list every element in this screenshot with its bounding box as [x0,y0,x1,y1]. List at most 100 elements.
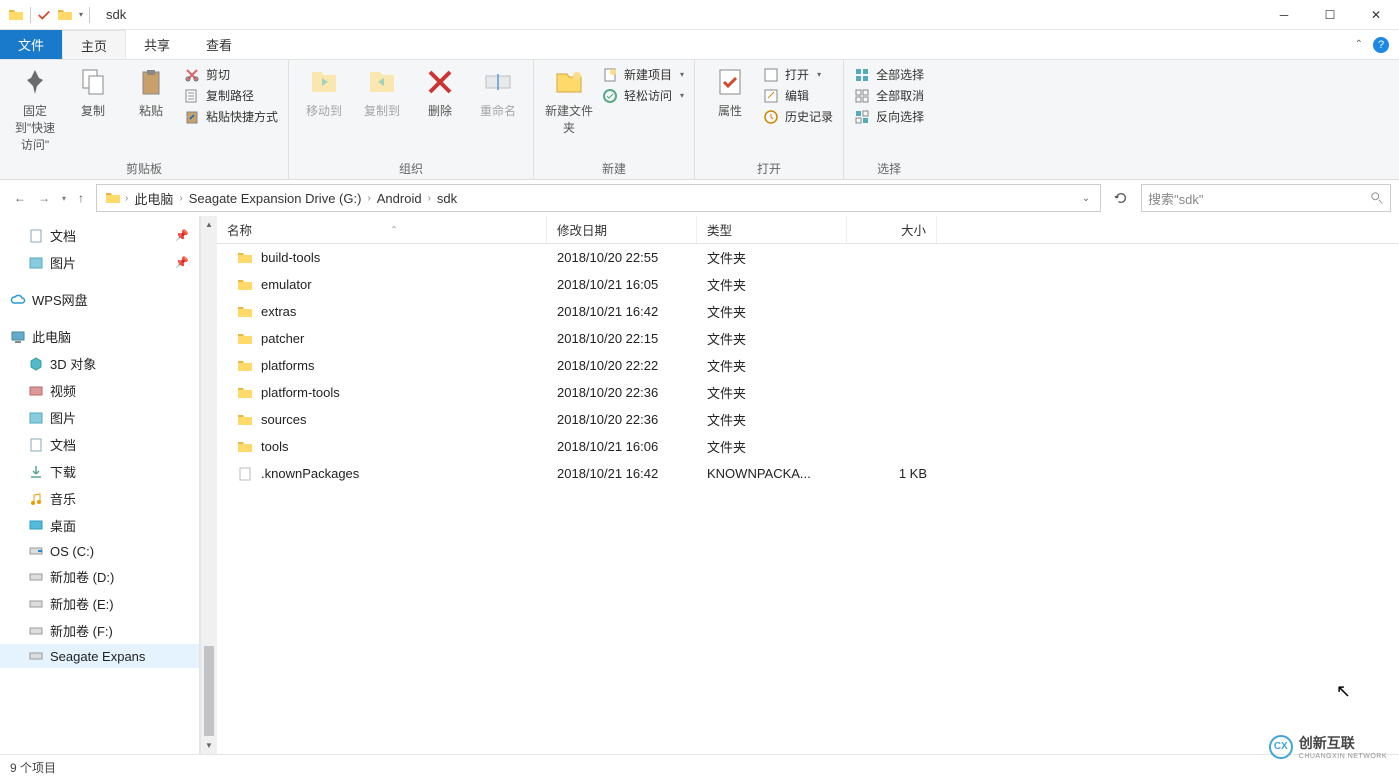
file-type: 文件夹 [697,302,847,321]
col-header-type[interactable]: 类型 [697,216,847,243]
file-date: 2018/10/21 16:42 [547,466,697,481]
ribbon: 固定到"快速访问" 复制 粘贴 剪切 复制路径 粘贴快捷方式 剪贴板 移动到 复… [0,60,1399,180]
breadcrumb[interactable]: › 此电脑 › Seagate Expansion Drive (G:) › A… [96,184,1101,212]
navigation-pane[interactable]: 文档📌 图片📌 WPS网盘 此电脑 3D 对象 视频 图片 文档 下载 音乐 桌… [0,216,200,754]
col-header-date[interactable]: 修改日期 [547,216,697,243]
select-all-icon [854,67,870,83]
nav-item-downloads[interactable]: 下载 [0,458,199,485]
file-list[interactable]: 名称⌃ 修改日期 类型 大小 build-tools 2018/10/20 22… [217,216,1399,754]
refresh-button[interactable] [1107,184,1135,212]
easy-access-button[interactable]: 轻松访问▾ [602,87,684,104]
close-button[interactable]: ✕ [1353,0,1399,30]
edit-icon [763,88,779,104]
tab-file[interactable]: 文件 [0,30,62,59]
nav-item-pictures2[interactable]: 图片 [0,404,199,431]
nav-item-wps[interactable]: WPS网盘 [0,286,199,313]
breadcrumb-item[interactable]: sdk [431,191,463,206]
address-dropdown-icon[interactable]: ⌄ [1076,193,1096,204]
properties-button[interactable]: 属性 [705,66,755,119]
col-header-size[interactable]: 大小 [847,216,937,243]
open-button[interactable]: 打开▾ [763,66,833,83]
copy-icon [77,66,109,98]
nav-item-desktop[interactable]: 桌面 [0,512,199,539]
file-type: 文件夹 [697,275,847,294]
qat-dropdown-icon[interactable]: ▾ [79,10,83,19]
tab-home[interactable]: 主页 [62,30,126,59]
breadcrumb-item[interactable]: Seagate Expansion Drive (G:) [183,191,368,206]
minimize-button[interactable]: ─ [1261,0,1307,30]
nav-item-drive-seagate[interactable]: Seagate Expans [0,644,199,668]
nav-item-this-pc[interactable]: 此电脑 [0,323,199,350]
new-item-button[interactable]: 新建项目▾ [602,66,684,83]
nav-item-documents[interactable]: 文档📌 [0,222,199,249]
search-input[interactable]: 搜索"sdk" [1141,184,1391,212]
scroll-down-icon[interactable]: ▼ [201,737,217,754]
music-icon [28,491,44,507]
help-button[interactable]: ? [1373,37,1389,53]
pictures-icon [28,410,44,426]
history-icon [763,109,779,125]
file-name: platforms [261,358,314,373]
nav-item-videos[interactable]: 视频 [0,377,199,404]
checkmark-icon[interactable] [37,8,51,22]
nav-up-button[interactable]: ↑ [78,191,84,205]
nav-scrollbar[interactable]: ▲ ▼ [200,216,217,754]
nav-item-drive-e[interactable]: 新加卷 (E:) [0,590,199,617]
delete-button[interactable]: 删除 [415,66,465,119]
select-none-button[interactable]: 全部取消 [854,87,924,104]
nav-item-3d-objects[interactable]: 3D 对象 [0,350,199,377]
drive-icon [28,596,44,612]
new-folder-button[interactable]: 新建文件夹 [544,66,594,136]
copy-to-button[interactable]: 复制到 [357,66,407,119]
file-row[interactable]: platforms 2018/10/20 22:22 文件夹 [217,352,1399,379]
paste-button[interactable]: 粘贴 [126,66,176,119]
scroll-up-icon[interactable]: ▲ [201,216,217,233]
paste-shortcut-icon [184,109,200,125]
cut-icon [184,67,200,83]
drive-icon [28,569,44,585]
file-row[interactable]: sources 2018/10/20 22:36 文件夹 [217,406,1399,433]
invert-selection-button[interactable]: 反向选择 [854,108,924,125]
file-row[interactable]: tools 2018/10/21 16:06 文件夹 [217,433,1399,460]
cut-button[interactable]: 剪切 [184,66,278,83]
breadcrumb-item[interactable]: 此电脑 [128,189,179,208]
nav-history-dropdown[interactable]: ▾ [62,194,66,203]
nav-item-documents2[interactable]: 文档 [0,431,199,458]
file-row[interactable]: emulator 2018/10/21 16:05 文件夹 [217,271,1399,298]
breadcrumb-item[interactable]: Android [371,191,428,206]
maximize-button[interactable]: ☐ [1307,0,1353,30]
file-name: patcher [261,331,304,346]
nav-back-button[interactable]: ← [14,191,26,205]
select-all-button[interactable]: 全部选择 [854,66,924,83]
ribbon-collapse-icon[interactable]: ⌃ [1355,39,1363,50]
file-row[interactable]: .knownPackages 2018/10/21 16:42 KNOWNPAC… [217,460,1399,487]
nav-forward-button[interactable]: → [38,191,50,205]
copy-path-button[interactable]: 复制路径 [184,87,278,104]
nav-item-pictures[interactable]: 图片📌 [0,249,199,276]
nav-item-drive-d[interactable]: 新加卷 (D:) [0,563,199,590]
window-controls: ─ ☐ ✕ [1261,0,1399,30]
group-select: 全部选择 全部取消 反向选择 选择 [844,60,934,179]
scroll-thumb[interactable] [204,646,214,736]
file-row[interactable]: patcher 2018/10/20 22:15 文件夹 [217,325,1399,352]
history-button[interactable]: 历史记录 [763,108,833,125]
file-row[interactable]: extras 2018/10/21 16:42 文件夹 [217,298,1399,325]
file-date: 2018/10/20 22:15 [547,331,697,346]
file-row[interactable]: platform-tools 2018/10/20 22:36 文件夹 [217,379,1399,406]
file-type: 文件夹 [697,410,847,429]
col-header-name[interactable]: 名称⌃ [217,216,547,243]
nav-item-music[interactable]: 音乐 [0,485,199,512]
pin-to-quick-access-button[interactable]: 固定到"快速访问" [10,66,60,153]
nav-item-drive-f[interactable]: 新加卷 (F:) [0,617,199,644]
move-to-button[interactable]: 移动到 [299,66,349,119]
copy-button[interactable]: 复制 [68,66,118,119]
tab-share[interactable]: 共享 [126,30,188,59]
file-row[interactable]: build-tools 2018/10/20 22:55 文件夹 [217,244,1399,271]
nav-item-drive-c[interactable]: OS (C:) [0,539,199,563]
paste-shortcut-button[interactable]: 粘贴快捷方式 [184,108,278,125]
tab-view[interactable]: 查看 [188,30,250,59]
edit-button[interactable]: 编辑 [763,87,833,104]
group-organize: 移动到 复制到 删除 重命名 组织 [289,60,534,179]
rename-button[interactable]: 重命名 [473,66,523,119]
document-icon [28,228,44,244]
